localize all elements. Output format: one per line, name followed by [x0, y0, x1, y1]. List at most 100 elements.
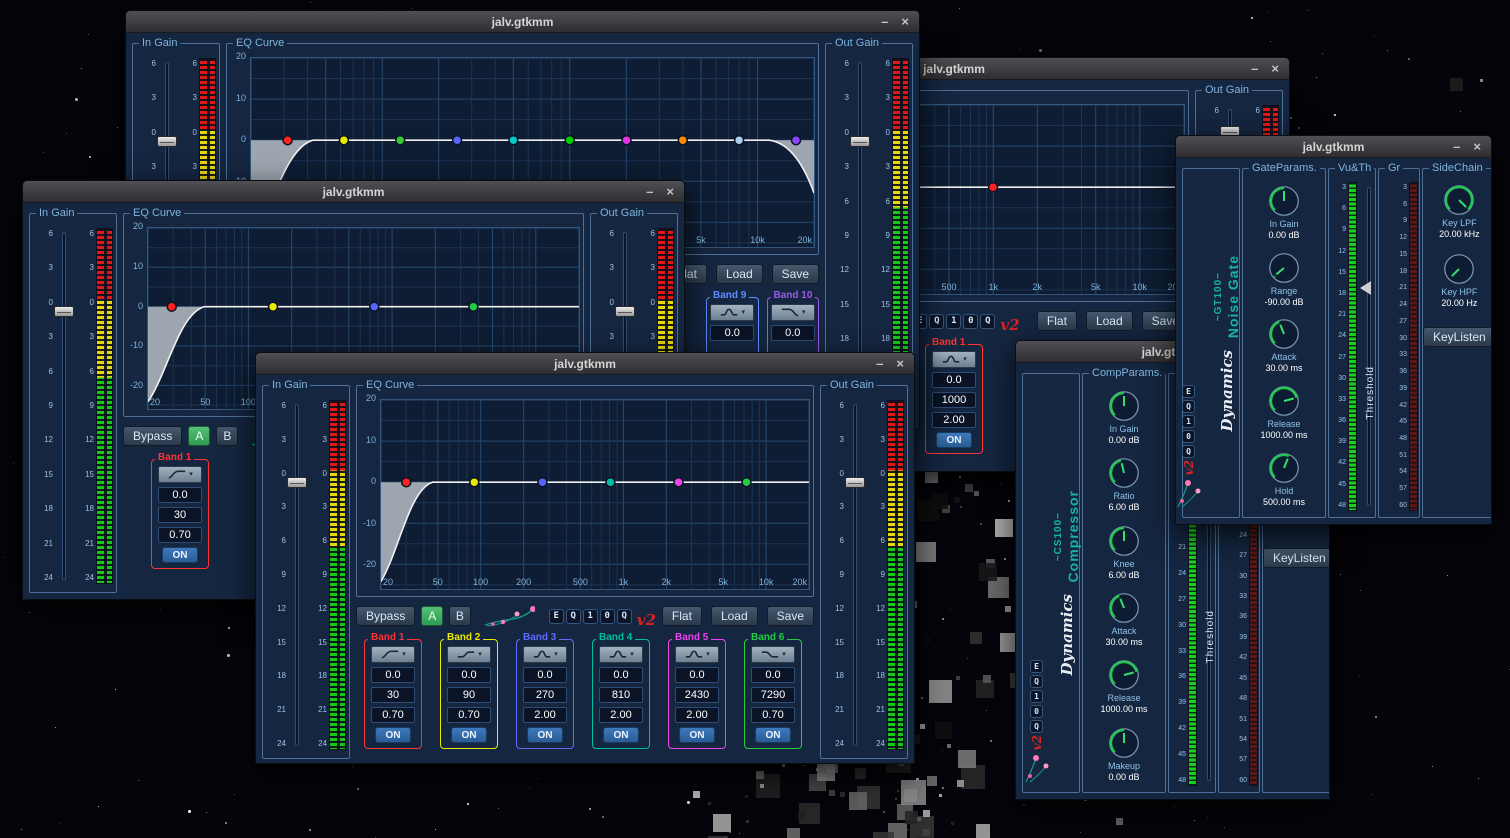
band-enable-button[interactable]: ON: [679, 727, 715, 743]
close-button[interactable]: ×: [1473, 137, 1481, 157]
band-gain-spin[interactable]: 0.0: [158, 487, 202, 503]
titlebar[interactable]: jalv.gtkmm – ×: [1176, 136, 1491, 158]
slider-handle[interactable]: [845, 477, 865, 488]
band-handle-dot[interactable]: [742, 478, 751, 487]
band-gain-spin[interactable]: 0.0: [710, 325, 754, 341]
band-freq-spin[interactable]: 810: [599, 687, 643, 703]
band-gain-spin[interactable]: 0.0: [371, 667, 415, 683]
bypass-button[interactable]: Bypass: [123, 426, 182, 446]
load-button[interactable]: Load: [716, 264, 763, 284]
knob-dial[interactable]: [1107, 726, 1141, 760]
band-enable-button[interactable]: ON: [936, 432, 972, 448]
band-handle-dot[interactable]: [538, 478, 547, 487]
filter-type-dropdown[interactable]: ▾: [599, 646, 643, 663]
slider-handle[interactable]: [157, 136, 177, 147]
eq-curve-plot[interactable]: 20501002005001k2k5k10k20k: [380, 399, 810, 590]
close-button[interactable]: ×: [901, 12, 909, 32]
band-q-spin[interactable]: 0.70: [371, 707, 415, 723]
bypass-button[interactable]: Bypass: [356, 606, 415, 626]
filter-type-dropdown[interactable]: ▾: [932, 351, 976, 368]
band-freq-spin[interactable]: 90: [447, 687, 491, 703]
close-button[interactable]: ×: [666, 182, 674, 202]
knob-hold[interactable]: Hold 500.00 ms: [1263, 451, 1305, 508]
knob-dial[interactable]: [1267, 251, 1301, 285]
in-gain-slider[interactable]: [55, 228, 73, 584]
band-gain-spin[interactable]: 0.0: [599, 667, 643, 683]
band-gain-spin[interactable]: 0.0: [523, 667, 567, 683]
knob-dial[interactable]: [1442, 252, 1476, 286]
filter-type-dropdown[interactable]: ▾: [371, 646, 415, 663]
band-handle-dot[interactable]: [269, 302, 278, 311]
minimize-button[interactable]: –: [876, 354, 883, 374]
knob-dial[interactable]: [1107, 591, 1141, 625]
slider-handle[interactable]: [850, 136, 870, 147]
knob-attack[interactable]: Attack 30.00 ms: [1265, 317, 1302, 374]
knob-dial[interactable]: [1107, 456, 1141, 490]
knob-makeup[interactable]: Makeup 0.00 dB: [1107, 726, 1141, 783]
band-handle-dot[interactable]: [606, 478, 615, 487]
band-handle-dot[interactable]: [565, 136, 574, 145]
minimize-button[interactable]: –: [1251, 59, 1258, 79]
knob-knee[interactable]: Knee 6.00 dB: [1107, 524, 1141, 581]
filter-type-dropdown[interactable]: ▾: [751, 646, 795, 663]
band-handle-dot[interactable]: [453, 136, 462, 145]
knob-dial[interactable]: [1442, 183, 1476, 217]
knob-dial[interactable]: [1107, 524, 1141, 558]
flat-button[interactable]: Flat: [662, 606, 702, 626]
band-freq-spin[interactable]: 30: [158, 507, 202, 523]
filter-type-dropdown[interactable]: ▾: [447, 646, 491, 663]
knob-attack[interactable]: Attack 30.00 ms: [1105, 591, 1142, 648]
band-handle-dot[interactable]: [792, 136, 801, 145]
band-handle-dot[interactable]: [735, 136, 744, 145]
slider-handle[interactable]: [54, 306, 74, 317]
band-q-spin[interactable]: 2.00: [675, 707, 719, 723]
band-handle-dot[interactable]: [402, 478, 411, 487]
band-freq-spin[interactable]: 2430: [675, 687, 719, 703]
band-enable-button[interactable]: ON: [451, 727, 487, 743]
band-handle-dot[interactable]: [678, 136, 687, 145]
band-handle-dot[interactable]: [989, 183, 998, 192]
out-gain-slider[interactable]: [846, 400, 864, 750]
filter-type-dropdown[interactable]: ▾: [710, 304, 754, 321]
filter-type-dropdown[interactable]: ▾: [523, 646, 567, 663]
keylisten-button[interactable]: KeyListen: [1423, 327, 1492, 347]
band-enable-button[interactable]: ON: [603, 727, 639, 743]
load-button[interactable]: Load: [1086, 311, 1133, 331]
band-enable-button[interactable]: ON: [755, 727, 791, 743]
ab-b-button[interactable]: B: [216, 426, 238, 446]
slider-handle[interactable]: [287, 477, 307, 488]
band-handle-dot[interactable]: [370, 302, 379, 311]
in-gain-slider[interactable]: [288, 400, 306, 750]
knob-release[interactable]: Release 1000.00 ms: [1100, 658, 1147, 715]
save-button[interactable]: Save: [767, 606, 814, 626]
titlebar[interactable]: jalv.gtkmm – ×: [23, 181, 684, 203]
minimize-button[interactable]: –: [881, 12, 888, 32]
minimize-button[interactable]: –: [1453, 137, 1460, 157]
ab-a-button[interactable]: A: [188, 426, 210, 446]
band-handle-dot[interactable]: [167, 302, 176, 311]
band-enable-button[interactable]: ON: [162, 547, 198, 563]
band-handle-dot[interactable]: [674, 478, 683, 487]
close-button[interactable]: ×: [896, 354, 904, 374]
threshold-slider[interactable]: Threshold: [1358, 182, 1374, 511]
knob-dial[interactable]: [1267, 451, 1301, 485]
keylisten-button[interactable]: KeyListen: [1263, 548, 1330, 568]
slider-handle[interactable]: [615, 306, 635, 317]
band-q-spin[interactable]: 0.70: [158, 527, 202, 543]
band-q-spin[interactable]: 0.70: [447, 707, 491, 723]
ab-b-button[interactable]: B: [449, 606, 471, 626]
knob-in-gain[interactable]: In Gain 0.00 dB: [1107, 389, 1141, 446]
flat-button[interactable]: Flat: [1037, 311, 1077, 331]
band-freq-spin[interactable]: 7290: [751, 687, 795, 703]
band-enable-button[interactable]: ON: [375, 727, 411, 743]
band-freq-spin[interactable]: 1000: [932, 392, 976, 408]
titlebar[interactable]: jalv.gtkmm – ×: [256, 353, 914, 375]
band-gain-spin[interactable]: 0.0: [675, 667, 719, 683]
filter-type-dropdown[interactable]: ▾: [675, 646, 719, 663]
knob-in-gain[interactable]: In Gain 0.00 dB: [1267, 184, 1301, 241]
knob-key-lpf[interactable]: Key LPF 20.00 kHz: [1439, 183, 1480, 240]
knob-dial[interactable]: [1267, 184, 1301, 218]
band-handle-dot[interactable]: [339, 136, 348, 145]
knob-release[interactable]: Release 1000.00 ms: [1260, 384, 1307, 441]
band-gain-spin[interactable]: 0.0: [932, 372, 976, 388]
